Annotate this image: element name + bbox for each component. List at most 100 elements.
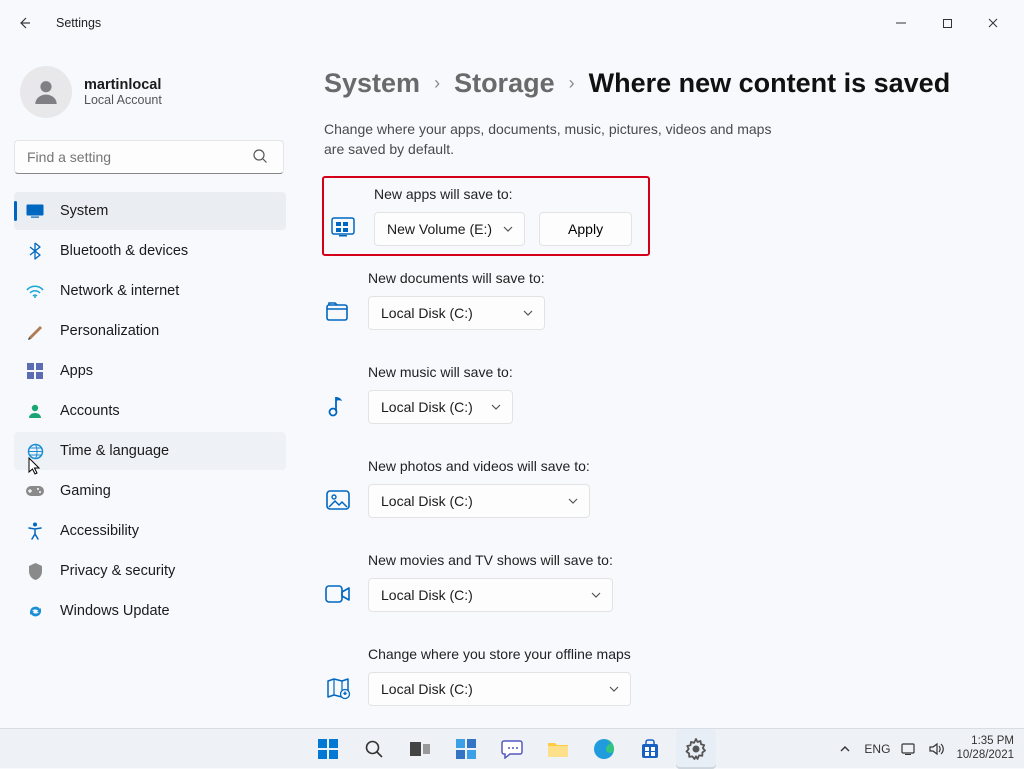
taskbar-search-button[interactable] [354,729,394,769]
apps-save-icon [330,214,358,242]
back-button[interactable] [8,7,40,39]
apps-location-dropdown[interactable]: New Volume (E:) [374,212,525,246]
breadcrumb-current: Where new content is saved [589,68,951,99]
avatar [20,66,72,118]
sidebar-item-label: Time & language [60,443,169,459]
sidebar-item-label: Apps [60,363,93,379]
update-icon [26,602,44,620]
file-explorer-button[interactable] [538,729,578,769]
music-icon [324,392,352,420]
profile-name: martinlocal [84,77,162,93]
bluetooth-icon [26,242,44,260]
sidebar-item-privacy[interactable]: Privacy & security [14,552,286,590]
sidebar-item-update[interactable]: Windows Update [14,592,286,630]
documents-location-dropdown[interactable]: Local Disk (C:) [368,296,545,330]
sidebar-item-label: Privacy & security [60,563,175,579]
chevron-right-icon: › [569,73,575,94]
accessibility-icon [26,522,44,540]
main-content: System › Storage › Where new content is … [300,46,1024,728]
sidebar-item-time-language[interactable]: Time & language [14,432,286,470]
search-box[interactable] [14,140,286,174]
minimize-button[interactable] [878,7,924,39]
taskbar: ENG 1:35 PM 10/28/2021 [0,728,1024,768]
sidebar-item-apps[interactable]: Apps [14,352,286,390]
sidebar: martinlocal Local Account System Bluetoo… [0,46,300,728]
taskbar-time: 1:35 PM [956,735,1014,749]
dropdown-value: Local Disk (C:) [381,681,473,697]
chat-button[interactable] [492,729,532,769]
section-movies: New movies and TV shows will save to: Lo… [324,538,994,632]
accounts-icon [26,402,44,420]
network-icon [26,282,44,300]
store-button[interactable] [630,729,670,769]
task-view-button[interactable] [400,729,440,769]
sidebar-item-label: Accessibility [60,523,139,539]
sidebar-item-network[interactable]: Network & internet [14,272,286,310]
section-label: New photos and videos will save to: [368,458,590,474]
document-icon [324,298,352,326]
search-icon [252,148,268,164]
chevron-down-icon [608,683,620,695]
maximize-button[interactable] [924,7,970,39]
movies-location-dropdown[interactable]: Local Disk (C:) [368,578,613,612]
apply-button[interactable]: Apply [539,212,632,246]
window-title: Settings [56,16,101,30]
widgets-button[interactable] [446,729,486,769]
taskbar-date: 10/28/2021 [956,749,1014,763]
network-tray-icon[interactable] [900,740,918,758]
page-description: Change where your apps, documents, music… [324,119,784,160]
settings-button[interactable] [676,729,716,769]
start-button[interactable] [308,729,348,769]
sidebar-item-accessibility[interactable]: Accessibility [14,512,286,550]
edge-button[interactable] [584,729,624,769]
taskbar-clock[interactable]: 1:35 PM 10/28/2021 [956,735,1014,763]
sidebar-item-system[interactable]: System [14,192,286,230]
picture-icon [324,486,352,514]
section-maps: Change where you store your offline maps… [324,632,994,726]
dropdown-value: Local Disk (C:) [381,305,473,321]
section-label: New music will save to: [368,364,513,380]
taskbar-center [308,729,716,769]
dropdown-value: Local Disk (C:) [381,493,473,509]
highlight-box: New apps will save to: New Volume (E:) A… [322,176,650,256]
breadcrumb-storage[interactable]: Storage [454,68,555,99]
chevron-down-icon [567,495,579,507]
sidebar-item-personalization[interactable]: Personalization [14,312,286,350]
music-location-dropdown[interactable]: Local Disk (C:) [368,390,513,424]
dropdown-value: New Volume (E:) [387,221,492,237]
sidebar-item-bluetooth[interactable]: Bluetooth & devices [14,232,286,270]
gaming-icon [26,482,44,500]
maps-location-dropdown[interactable]: Local Disk (C:) [368,672,631,706]
chevron-right-icon: › [434,73,440,94]
section-label: New movies and TV shows will save to: [368,552,613,568]
dropdown-value: Local Disk (C:) [381,399,473,415]
video-icon [324,580,352,608]
sidebar-item-gaming[interactable]: Gaming [14,472,286,510]
personalization-icon [26,322,44,340]
section-label: Change where you store your offline maps [368,646,631,662]
titlebar: Settings [0,0,1024,46]
profile-sub: Local Account [84,93,162,107]
language-indicator[interactable]: ENG [864,742,890,756]
sidebar-item-accounts[interactable]: Accounts [14,392,286,430]
system-tray: ENG 1:35 PM 10/28/2021 [836,735,1024,763]
profile-block[interactable]: martinlocal Local Account [14,54,286,140]
chevron-down-icon [502,223,514,235]
search-input[interactable] [14,140,284,174]
privacy-icon [26,562,44,580]
breadcrumb-system[interactable]: System [324,68,420,99]
time-icon [26,442,44,460]
section-music: New music will save to: Local Disk (C:) [324,350,994,444]
sidebar-item-label: Network & internet [60,283,179,299]
map-icon [324,674,352,702]
close-button[interactable] [970,7,1016,39]
dropdown-value: Local Disk (C:) [381,587,473,603]
breadcrumb: System › Storage › Where new content is … [324,68,994,99]
apps-icon [26,362,44,380]
photos-location-dropdown[interactable]: Local Disk (C:) [368,484,590,518]
section-label: New documents will save to: [368,270,545,286]
sidebar-nav: System Bluetooth & devices Network & int… [14,192,286,630]
tray-chevron-up-icon[interactable] [836,740,854,758]
volume-tray-icon[interactable] [928,740,946,758]
chevron-down-icon [490,401,502,413]
